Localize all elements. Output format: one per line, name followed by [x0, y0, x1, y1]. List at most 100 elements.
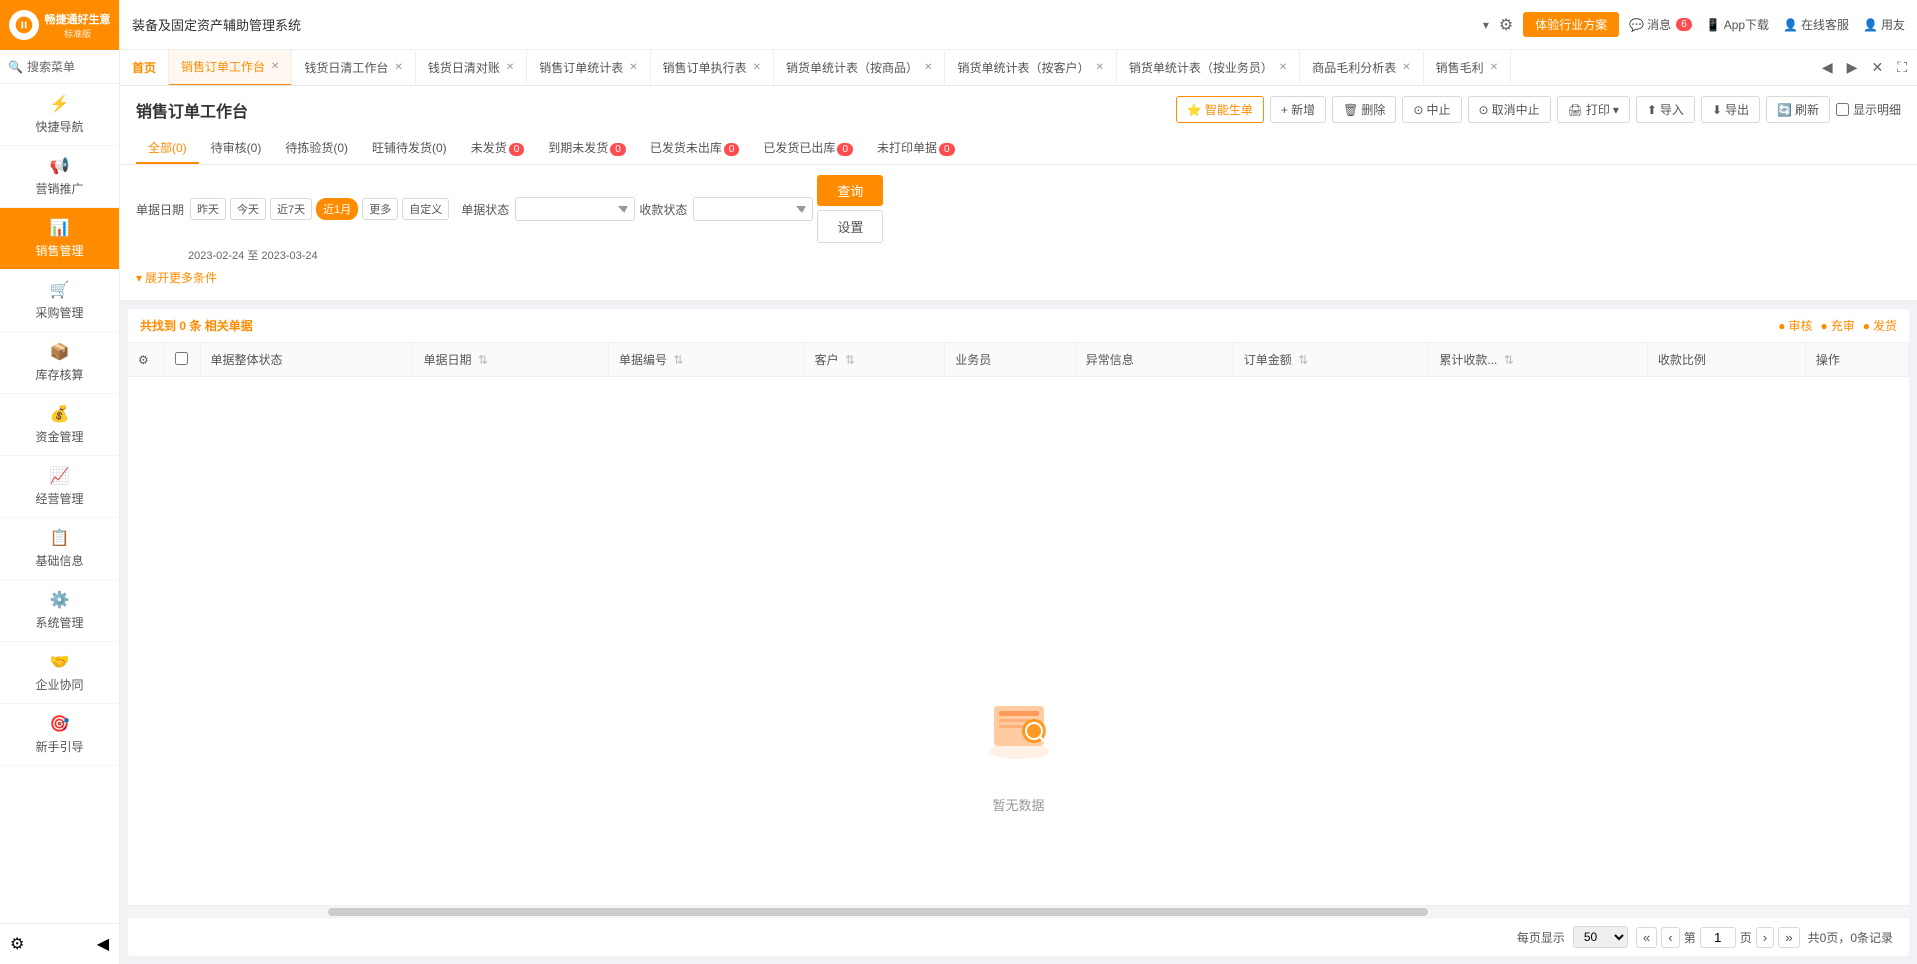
system-dropdown[interactable]: ▾ — [1483, 18, 1489, 32]
col-number[interactable]: 单据编号 ⇅ — [609, 343, 805, 377]
per-page-select[interactable]: 50 100 200 — [1573, 926, 1628, 948]
sidebar-item-inventory[interactable]: 📦 库存核算 — [0, 332, 119, 394]
settings-button[interactable]: 设置 — [817, 210, 883, 243]
export-button[interactable]: ⬇ 导出 — [1701, 96, 1760, 123]
page-prev-btn[interactable]: ‹ — [1661, 927, 1679, 948]
col-amount[interactable]: 订单金额 ⇅ — [1233, 343, 1429, 377]
sidebar-item-purchase[interactable]: 🛒 采购管理 — [0, 270, 119, 332]
filter-tab-shipped-nout[interactable]: 已发货未出库0 — [638, 133, 752, 164]
tab-home[interactable]: 首页 — [120, 50, 169, 86]
app-icon: 📱 — [1706, 18, 1721, 32]
sidebar-item-system[interactable]: ⚙️ 系统管理 — [0, 580, 119, 642]
tab-margin-analysis[interactable]: 商品毛利分析表 ✕ — [1300, 50, 1423, 86]
date-yesterday[interactable]: 昨天 — [190, 198, 226, 220]
query-button[interactable]: 查询 — [817, 175, 883, 206]
filter-tab-unshipped[interactable]: 未发货0 — [459, 133, 537, 164]
user-item[interactable]: 👤 用友 — [1863, 16, 1905, 33]
message-item[interactable]: 💬 消息 6 — [1629, 16, 1692, 33]
close-tab-sales-margin[interactable]: ✕ — [1490, 62, 1498, 73]
close-tab-cash-reconcile[interactable]: ✕ — [506, 62, 514, 73]
page-last-btn[interactable]: » — [1778, 927, 1799, 948]
date-custom[interactable]: 自定义 — [402, 198, 449, 220]
tab-sales-order[interactable]: 销售订单工作台 ✕ — [169, 50, 292, 86]
delete-button[interactable]: 🗑 删除 — [1332, 96, 1396, 123]
print-button[interactable]: 🖨 打印 ▾ — [1557, 96, 1630, 123]
close-tab-goods-stats[interactable]: ✕ — [924, 62, 932, 73]
select-all-checkbox[interactable] — [175, 352, 188, 365]
date-7days[interactable]: 近7天 — [270, 198, 312, 220]
col-checkbox[interactable] — [164, 343, 200, 377]
import-button[interactable]: ⬆ 导入 — [1636, 96, 1695, 123]
show-detail-label[interactable]: 显示明细 — [1836, 101, 1901, 118]
expand-conditions-btn[interactable]: ▾ 展开更多条件 — [136, 269, 1901, 286]
tab-sales-margin[interactable]: 销售毛利 ✕ — [1424, 50, 1511, 86]
close-tab-salesperson-stats[interactable]: ✕ — [1279, 62, 1287, 73]
tab-customer-stats[interactable]: 销货单统计表（按客户） ✕ — [945, 50, 1116, 86]
page-next-btn[interactable]: › — [1756, 927, 1774, 948]
tab-cash-reconcile[interactable]: 钱货日清对账 ✕ — [416, 50, 527, 86]
sidebar-item-collab[interactable]: 🤝 企业协同 — [0, 642, 119, 704]
action-revoke[interactable]: ● 充审 — [1820, 317, 1854, 334]
tab-nav-close[interactable]: ✕ — [1865, 57, 1889, 78]
sort-date-icon: ⇅ — [478, 353, 488, 367]
tab-nav-next[interactable]: ▶ — [1841, 57, 1864, 78]
topbar-settings-icon[interactable]: ⚙ — [1499, 15, 1513, 35]
show-detail-checkbox[interactable] — [1836, 103, 1849, 116]
payment-select[interactable] — [693, 197, 813, 221]
sidebar-item-marketing[interactable]: 📢 营销推广 — [0, 146, 119, 208]
page-first-btn[interactable]: « — [1636, 927, 1657, 948]
tab-sales-stats[interactable]: 销售订单统计表 ✕ — [527, 50, 650, 86]
add-button[interactable]: + 新增 — [1270, 96, 1326, 123]
app-download-item[interactable]: 📱 App下载 — [1706, 16, 1769, 33]
smart-btn[interactable]: ⭐ 智能生单 — [1176, 96, 1264, 123]
close-tab-sales-order[interactable]: ✕ — [271, 61, 279, 72]
collapse-icon[interactable]: ◀ — [97, 934, 109, 954]
action-ship[interactable]: ● 发货 — [1863, 317, 1897, 334]
tab-nav-prev[interactable]: ◀ — [1816, 57, 1839, 78]
date-today[interactable]: 今天 — [230, 198, 266, 220]
col-date[interactable]: 单据日期 ⇅ — [413, 343, 609, 377]
tab-goods-stats[interactable]: 销货单统计表（按商品） ✕ — [774, 50, 945, 86]
sidebar-item-search[interactable]: 🔍 搜索菜单 — [0, 50, 119, 84]
solution-button[interactable]: 体验行业方案 — [1523, 12, 1619, 37]
tab-salesperson-stats[interactable]: 销货单统计表（按业务员） ✕ — [1117, 50, 1300, 86]
online-support-item[interactable]: 👤 在线客服 — [1783, 16, 1849, 33]
table-scroll[interactable]: ⚙ 单据整体状态 单据日期 ⇅ 单据编号 ⇅ — [128, 343, 1909, 584]
close-tab-customer-stats[interactable]: ✕ — [1095, 62, 1103, 73]
table-info: 共找到 0 条 相关单据 — [140, 317, 253, 334]
col-cumulative[interactable]: 累计收款... ⇅ — [1429, 343, 1647, 377]
close-tab-margin-analysis[interactable]: ✕ — [1402, 62, 1410, 73]
settings-icon[interactable]: ⚙ — [10, 934, 24, 954]
date-1month[interactable]: 近1月 — [316, 198, 358, 220]
sidebar-item-sales[interactable]: 📊 销售管理 — [0, 208, 119, 270]
cancel-stop-button[interactable]: ⊙ 取消中止 — [1468, 96, 1551, 123]
filter-tab-overdue[interactable]: 到期未发货0 — [536, 133, 638, 164]
action-approve[interactable]: ● 审核 — [1778, 317, 1812, 334]
tab-cash-daily[interactable]: 钱货日清工作台 ✕ — [292, 50, 415, 86]
col-settings[interactable]: ⚙ — [128, 343, 164, 377]
sidebar-item-guide[interactable]: 🎯 新手引导 — [0, 704, 119, 766]
stop-button[interactable]: ⊙ 中止 — [1402, 96, 1461, 123]
col-customer[interactable]: 客户 ⇅ — [804, 343, 945, 377]
filter-tab-wangpu[interactable]: 旺铺待发货(0) — [360, 133, 459, 164]
sidebar-item-finance[interactable]: 💰 资金管理 — [0, 394, 119, 456]
filter-tab-all[interactable]: 全部(0) — [136, 133, 199, 164]
close-tab-sales-stats[interactable]: ✕ — [629, 62, 637, 73]
filter-tab-inspect[interactable]: 待拣验货(0) — [273, 133, 360, 164]
refresh-button[interactable]: 🔄 刷新 — [1766, 96, 1830, 123]
sidebar-item-basic[interactable]: 📋 基础信息 — [0, 518, 119, 580]
close-tab-cash-daily[interactable]: ✕ — [394, 62, 402, 73]
sidebar-item-quicknav[interactable]: ⚡ 快捷导航 — [0, 84, 119, 146]
filter-tab-pending[interactable]: 待审核(0) — [199, 133, 274, 164]
close-tab-sales-exec[interactable]: ✕ — [753, 62, 761, 73]
filter-tab-unprinted[interactable]: 未打印单据0 — [865, 133, 967, 164]
tab-nav-fullscreen[interactable]: ⛶ — [1891, 57, 1913, 78]
page-input[interactable] — [1700, 927, 1736, 948]
status-select[interactable] — [515, 197, 635, 221]
date-more[interactable]: 更多 — [362, 198, 398, 220]
filter-tab-shipped-out[interactable]: 已发货已出库0 — [751, 133, 865, 164]
scrollbar-thumb[interactable] — [328, 908, 1428, 916]
tab-sales-exec[interactable]: 销售订单执行表 ✕ — [651, 50, 774, 86]
horizontal-scrollbar[interactable] — [128, 905, 1909, 917]
sidebar-item-operations[interactable]: 📈 经营管理 — [0, 456, 119, 518]
